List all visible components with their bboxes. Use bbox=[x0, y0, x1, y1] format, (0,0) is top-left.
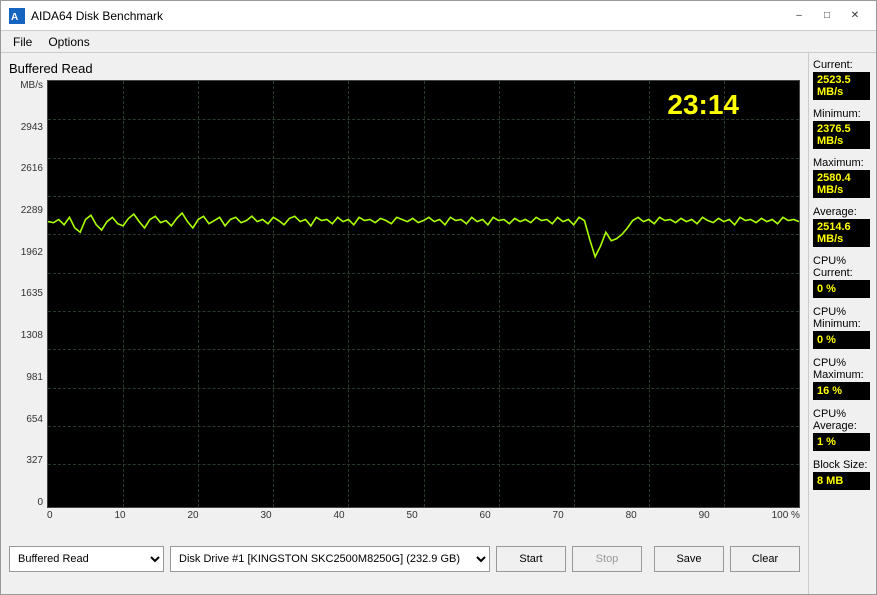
block-size-label: Block Size: bbox=[813, 459, 870, 471]
maximize-button[interactable]: □ bbox=[814, 6, 840, 26]
x-label-90: 90 bbox=[699, 510, 710, 526]
stat-cpu-average: CPU% Average: 1 % bbox=[813, 408, 870, 453]
x-label-30: 30 bbox=[260, 510, 271, 526]
stat-block-size: Block Size: 8 MB bbox=[813, 459, 870, 492]
clear-button[interactable]: Clear bbox=[730, 546, 800, 572]
cpu-maximum-value: 16 % bbox=[813, 382, 870, 400]
benchmark-line-svg bbox=[48, 81, 799, 507]
stat-cpu-current: CPU% Current: 0 % bbox=[813, 255, 870, 300]
stop-button[interactable]: Stop bbox=[572, 546, 642, 572]
y-label-1635: 1635 bbox=[9, 288, 47, 299]
drive-dropdown[interactable]: Disk Drive #1 [KINGSTON SKC2500M8250G] (… bbox=[170, 546, 490, 572]
y-label-0: 0 bbox=[9, 497, 47, 508]
x-label-0: 0 bbox=[47, 510, 53, 526]
cpu-average-label: CPU% Average: bbox=[813, 408, 870, 432]
cpu-average-value: 1 % bbox=[813, 433, 870, 451]
minimum-value: 2376.5 MB/s bbox=[813, 121, 870, 149]
chart-with-xaxis: 23:14 0 10 20 30 40 50 bbox=[47, 80, 800, 526]
right-panel: Current: 2523.5 MB/s Minimum: 2376.5 MB/… bbox=[808, 53, 876, 594]
maximum-label: Maximum: bbox=[813, 157, 870, 169]
block-size-value: 8 MB bbox=[813, 472, 870, 490]
y-label-2943: 2943 bbox=[9, 122, 47, 133]
chart-container: MB/s 2943 2616 2289 1962 1635 1308 981 6… bbox=[9, 80, 800, 526]
save-button[interactable]: Save bbox=[654, 546, 724, 572]
stat-minimum: Minimum: 2376.5 MB/s bbox=[813, 108, 870, 151]
stat-average: Average: 2514.6 MB/s bbox=[813, 206, 870, 249]
average-label: Average: bbox=[813, 206, 870, 218]
current-value: 2523.5 MB/s bbox=[813, 72, 870, 100]
content-area: Buffered Read MB/s 2943 2616 2289 1962 1… bbox=[1, 53, 876, 594]
stat-cpu-minimum: CPU% Minimum: 0 % bbox=[813, 306, 870, 351]
cpu-minimum-label: CPU% Minimum: bbox=[813, 306, 870, 330]
menu-file[interactable]: File bbox=[5, 33, 40, 51]
stat-maximum: Maximum: 2580.4 MB/s bbox=[813, 157, 870, 200]
stat-cpu-maximum: CPU% Maximum: 16 % bbox=[813, 357, 870, 402]
cpu-current-label: CPU% Current: bbox=[813, 255, 870, 279]
start-button[interactable]: Start bbox=[496, 546, 566, 572]
main-area: Buffered Read MB/s 2943 2616 2289 1962 1… bbox=[1, 53, 808, 594]
menu-options[interactable]: Options bbox=[40, 33, 97, 51]
x-axis: 0 10 20 30 40 50 60 70 80 90 100 % bbox=[47, 508, 800, 526]
bottom-controls: Buffered Read Random Read Random Write D… bbox=[9, 526, 800, 586]
x-label-10: 10 bbox=[114, 510, 125, 526]
y-label-2289: 2289 bbox=[9, 205, 47, 216]
title-bar-left: A AIDA64 Disk Benchmark bbox=[9, 8, 163, 24]
main-window: A AIDA64 Disk Benchmark – □ ✕ File Optio… bbox=[0, 0, 877, 595]
x-label-60: 60 bbox=[480, 510, 491, 526]
chart-title: Buffered Read bbox=[9, 61, 800, 76]
menu-bar: File Options bbox=[1, 31, 876, 53]
cpu-maximum-label: CPU% Maximum: bbox=[813, 357, 870, 381]
y-label-1962: 1962 bbox=[9, 247, 47, 258]
maximum-value: 2580.4 MB/s bbox=[813, 170, 870, 198]
test-type-dropdown[interactable]: Buffered Read Random Read Random Write bbox=[9, 546, 164, 572]
x-label-70: 70 bbox=[553, 510, 564, 526]
stat-current: Current: 2523.5 MB/s bbox=[813, 59, 870, 102]
x-label-100: 100 % bbox=[772, 510, 800, 526]
cpu-current-value: 0 % bbox=[813, 280, 870, 298]
svg-text:A: A bbox=[11, 12, 18, 23]
y-label-654: 654 bbox=[9, 414, 47, 425]
title-bar: A AIDA64 Disk Benchmark – □ ✕ bbox=[1, 1, 876, 31]
current-label: Current: bbox=[813, 59, 870, 71]
y-label-327: 327 bbox=[9, 455, 47, 466]
minimum-label: Minimum: bbox=[813, 108, 870, 120]
y-axis: MB/s 2943 2616 2289 1962 1635 1308 981 6… bbox=[9, 80, 47, 526]
cpu-minimum-value: 0 % bbox=[813, 331, 870, 349]
window-title: AIDA64 Disk Benchmark bbox=[31, 9, 163, 23]
app-icon: A bbox=[9, 8, 25, 24]
y-axis-unit: MB/s bbox=[9, 80, 47, 91]
y-label-981: 981 bbox=[9, 372, 47, 383]
title-bar-controls: – □ ✕ bbox=[786, 6, 868, 26]
y-label-2616: 2616 bbox=[9, 163, 47, 174]
x-label-80: 80 bbox=[626, 510, 637, 526]
x-label-40: 40 bbox=[334, 510, 345, 526]
close-button[interactable]: ✕ bbox=[842, 6, 868, 26]
y-label-1308: 1308 bbox=[9, 330, 47, 341]
minimize-button[interactable]: – bbox=[786, 6, 812, 26]
x-label-50: 50 bbox=[407, 510, 418, 526]
chart-plot: 23:14 bbox=[47, 80, 800, 508]
x-label-20: 20 bbox=[187, 510, 198, 526]
average-value: 2514.6 MB/s bbox=[813, 219, 870, 247]
